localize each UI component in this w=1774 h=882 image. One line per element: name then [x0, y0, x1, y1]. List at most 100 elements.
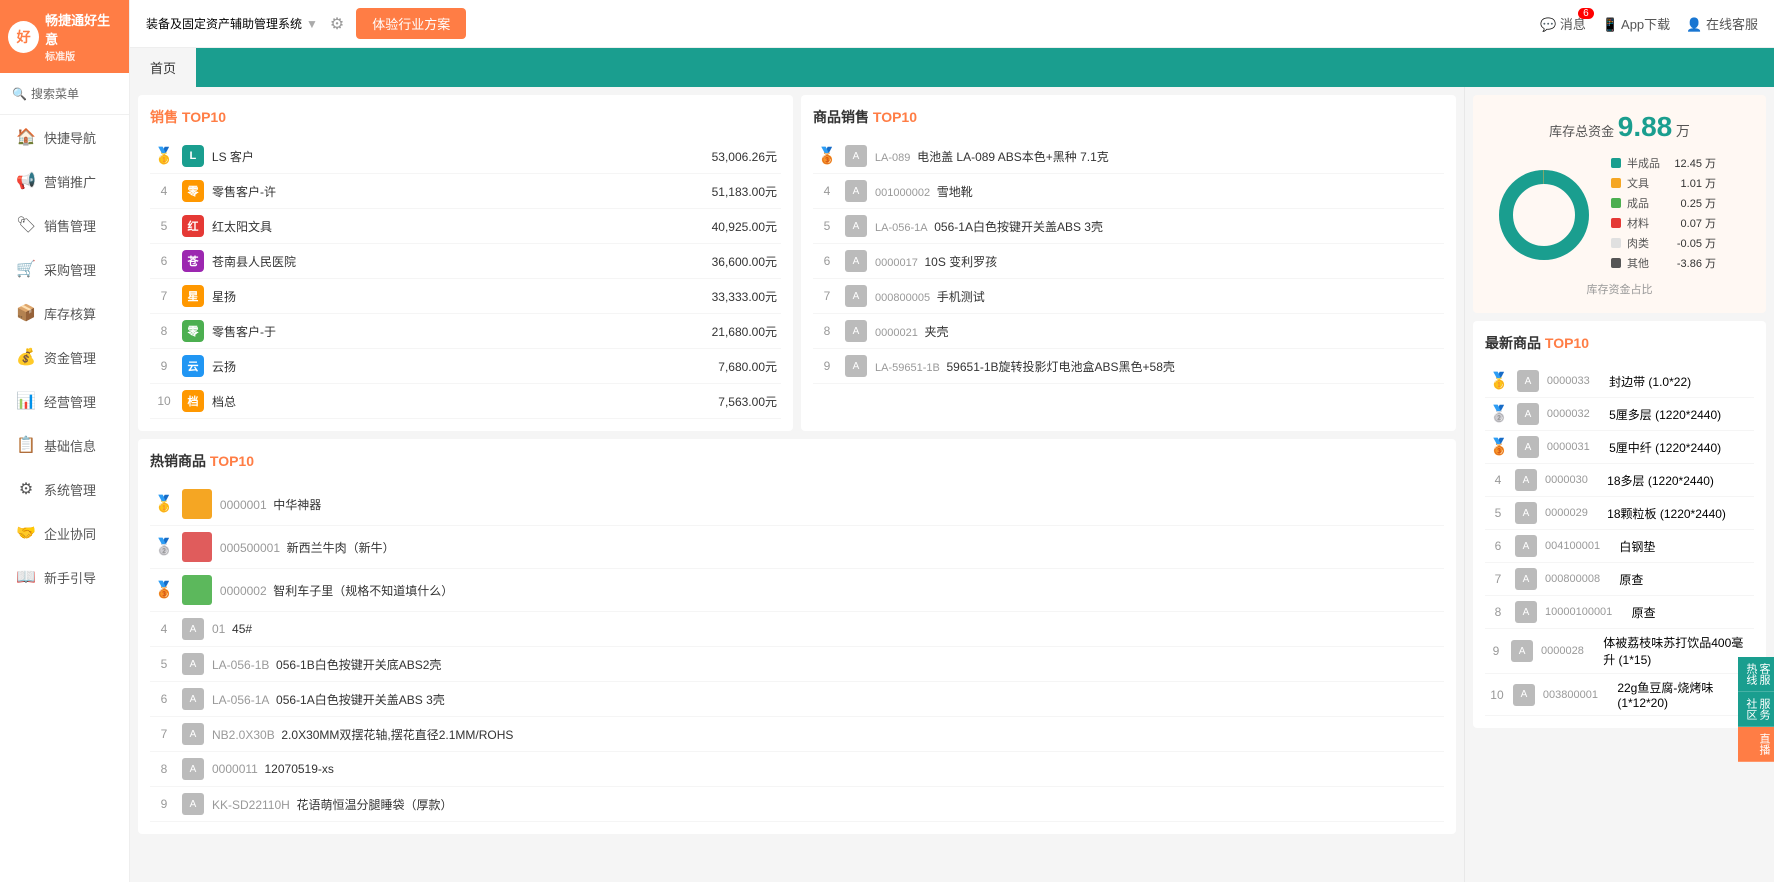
nav-operations-label: 经营管理	[44, 392, 96, 411]
newest-row: 🥈 A 0000032 5厘多层 (1220*2440)	[1485, 398, 1754, 431]
sidebar-item-operations[interactable]: 📊 经营管理	[0, 379, 129, 423]
nav-enterprise-label: 企业协同	[44, 524, 96, 543]
legend-dot	[1611, 238, 1621, 248]
newest-row: 8 A 10000100001 原查	[1485, 596, 1754, 629]
sidebar-item-inventory[interactable]: 📦 库存核算	[0, 291, 129, 335]
product-info: 01 45#	[212, 622, 1440, 636]
product-row: 9 A LA-59651-1B 59651-1B旋转投影灯电池盒ABS黑色+58…	[813, 349, 1444, 384]
medal-icon: 🥉	[817, 146, 837, 166]
product-img: A	[845, 285, 867, 307]
rank-num: 7	[817, 289, 837, 303]
table-row: 4 零 零售客户-许 51,183.00元	[150, 174, 781, 209]
product-img: A	[1515, 568, 1537, 590]
rank-num: 4	[154, 184, 174, 198]
product-row: 9 A KK-SD22110H 花语萌恒温分腿睡袋（厚款）	[150, 787, 1444, 822]
legend-item: 半成品 12.45 万	[1611, 155, 1716, 171]
inventory-sub-label: 库存资金占比	[1489, 281, 1750, 297]
sidebar-item-purchase[interactable]: 🛒 采购管理	[0, 247, 129, 291]
legend-dot	[1611, 198, 1621, 208]
product-row: 🥉 0000002 智利车子里（规格不知道填什么）	[150, 569, 1444, 612]
customer-name: LS 客户	[212, 148, 704, 165]
avatar: 星	[182, 285, 204, 307]
tabs-bar: 首页	[130, 48, 1774, 87]
nav-sales-label: 销售管理	[44, 216, 96, 235]
sidebar-item-marketing[interactable]: 📢 营销推广	[0, 159, 129, 203]
app-download-btn[interactable]: 📱 App下载	[1602, 14, 1670, 33]
product-code: 003800001	[1543, 689, 1598, 701]
product-sales-list: 🥉 A LA-089 电池盖 LA-089 ABS本色+黑种 7.1克 4 A …	[813, 139, 1444, 384]
nav-purchase-label: 采购管理	[44, 260, 96, 279]
newest-products-card: 最新商品 TOP10 🥇 A 0000033 封边带 (1.0*22) 🥈 A …	[1473, 321, 1766, 728]
purchase-icon: 🛒	[16, 259, 36, 279]
product-info: 0000001 中华神器	[220, 496, 1440, 513]
online-service-btn[interactable]: 👤 在线客服	[1686, 14, 1758, 33]
rank-num: 4	[154, 622, 174, 636]
product-info: LA-056-1A 056-1A白色按键开关盖ABS 3壳	[875, 218, 1440, 235]
product-img: A	[845, 355, 867, 377]
avatar: 零	[182, 320, 204, 342]
system-icon: ⚙	[16, 479, 36, 499]
sidebar-item-sales[interactable]: 🏷 销售管理	[0, 203, 129, 247]
legend-dot	[1611, 158, 1621, 168]
medal-icon: 🥈	[1489, 404, 1509, 424]
rank-num: 4	[1489, 473, 1507, 487]
message-icon: 💬	[1540, 17, 1556, 32]
customer-amount: 33,333.00元	[712, 288, 777, 305]
float-service-btn[interactable]: 客服热线	[1738, 657, 1774, 692]
trial-btn[interactable]: 体验行业方案	[356, 8, 466, 39]
newest-row: 5 A 0000029 18颗粒板 (1220*2440)	[1485, 497, 1754, 530]
newest-row: 6 A 004100001 白钢垫	[1485, 530, 1754, 563]
product-row: 🥉 A LA-089 电池盖 LA-089 ABS本色+黑种 7.1克	[813, 139, 1444, 174]
product-code: 0000032	[1547, 408, 1590, 420]
product-info: LA-59651-1B 59651-1B旋转投影灯电池盒ABS黑色+58壳	[875, 358, 1440, 375]
product-sales-title: 商品销售 TOP10	[813, 107, 1444, 127]
product-img: A	[182, 758, 204, 780]
tab-home[interactable]: 首页	[130, 48, 196, 87]
content-area: 销售 TOP10 🥇 L LS 客户 53,006.26元 4	[130, 87, 1774, 882]
middle-column: 销售 TOP10 🥇 L LS 客户 53,006.26元 4	[130, 87, 1464, 882]
nav-base-info-label: 基础信息	[44, 436, 96, 455]
inventory-title: 库存总资金	[1549, 124, 1614, 139]
product-img: A	[182, 793, 204, 815]
rank-num: 7	[154, 727, 174, 741]
newest-row: 4 A 0000030 18多层 (1220*2440)	[1485, 464, 1754, 497]
table-row: 7 星 星扬 33,333.00元	[150, 279, 781, 314]
search-menu-btn[interactable]: 🔍 搜索菜单	[8, 81, 121, 106]
sidebar-item-base-info[interactable]: 📋 基础信息	[0, 423, 129, 467]
product-info: KK-SD22110H 花语萌恒温分腿睡袋（厚款）	[212, 796, 1440, 813]
rank-num: 6	[154, 692, 174, 706]
nav-inventory-label: 库存核算	[44, 304, 96, 323]
message-btn[interactable]: 💬 6 消息	[1540, 14, 1586, 33]
product-name: 18多层 (1220*2440)	[1607, 472, 1714, 489]
float-community-btn[interactable]: 服务社区	[1738, 692, 1774, 727]
sidebar-item-finance[interactable]: 💰 资金管理	[0, 335, 129, 379]
float-live-btn[interactable]: 直播	[1738, 727, 1774, 762]
customer-name: 星扬	[212, 288, 704, 305]
product-row: 8 A 0000011 12070519-xs	[150, 752, 1444, 787]
product-name: 22g鱼豆腐-烧烤味 (1*12*20)	[1617, 679, 1750, 710]
sidebar-item-system[interactable]: ⚙ 系统管理	[0, 467, 129, 511]
nav-finance-label: 资金管理	[44, 348, 96, 367]
inventory-card: 库存总资金 9.88 万	[1473, 95, 1766, 313]
sidebar-item-guide[interactable]: 📖 新手引导	[0, 555, 129, 599]
product-code: 0000028	[1541, 645, 1584, 657]
rank-num: 5	[154, 657, 174, 671]
legend-dot	[1611, 218, 1621, 228]
sidebar-item-home[interactable]: 🏠 快捷导航	[0, 115, 129, 159]
sidebar-item-enterprise[interactable]: 🤝 企业协同	[0, 511, 129, 555]
product-img: A	[1515, 502, 1537, 524]
product-img: A	[1517, 436, 1539, 458]
system-title-dropdown[interactable]: 装备及固定资产辅助管理系统 ▼	[146, 15, 318, 32]
product-row: 6 A LA-056-1A 056-1A白色按键开关盖ABS 3壳	[150, 682, 1444, 717]
customer-name: 零售客户-于	[212, 323, 704, 340]
marketing-icon: 📢	[16, 171, 36, 191]
settings-gear-icon[interactable]: ⚙	[330, 14, 344, 34]
search-icon: 🔍	[12, 87, 27, 101]
product-row: 4 A 001000002 雪地靴	[813, 174, 1444, 209]
table-row: 8 零 零售客户-于 21,680.00元	[150, 314, 781, 349]
product-row: 7 A 000800005 手机测试	[813, 279, 1444, 314]
product-img: A	[1511, 640, 1533, 662]
product-img: A	[182, 688, 204, 710]
customer-amount: 51,183.00元	[712, 183, 777, 200]
product-name: 18颗粒板 (1220*2440)	[1607, 505, 1726, 522]
